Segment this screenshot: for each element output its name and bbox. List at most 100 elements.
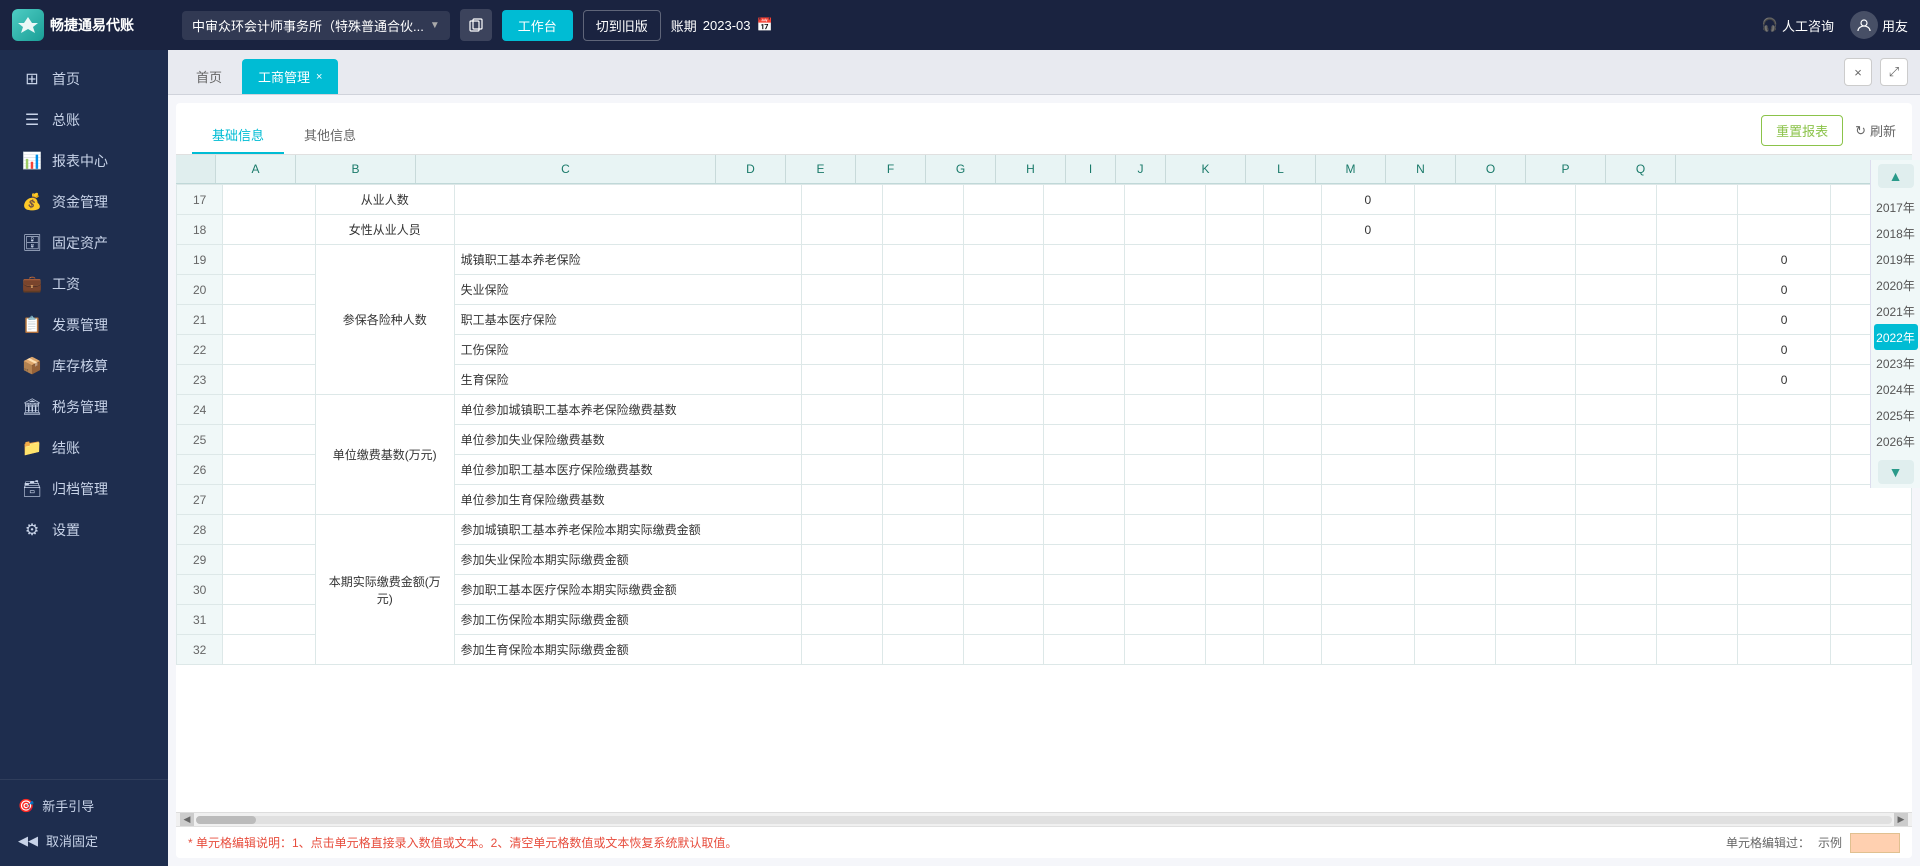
refresh-button[interactable]: ↻ 刷新 [1855, 121, 1896, 140]
cell-g[interactable] [1044, 605, 1125, 635]
tab-active[interactable]: 工商管理 × [242, 59, 338, 94]
cell-d[interactable] [801, 275, 882, 305]
tab-close-button[interactable]: × [316, 71, 322, 83]
cell-k[interactable] [1322, 635, 1415, 665]
cell-q[interactable] [1830, 545, 1911, 575]
sidebar-item-archive[interactable]: 🗃 归档管理 [6, 469, 162, 509]
cell-e[interactable] [882, 365, 963, 395]
sidebar-item-close[interactable]: 📁 结账 [6, 428, 162, 468]
cell-k[interactable] [1322, 545, 1415, 575]
year-item[interactable]: 2021年 [1874, 298, 1918, 324]
cell-e[interactable] [882, 635, 963, 665]
cell-p[interactable] [1738, 515, 1831, 545]
cell-f[interactable] [963, 215, 1044, 245]
cell-h[interactable] [1125, 545, 1206, 575]
cell-m[interactable] [1495, 425, 1576, 455]
cell-j[interactable] [1264, 305, 1322, 335]
scroll-right-button[interactable]: ▶ [1894, 813, 1908, 827]
cell-h[interactable] [1125, 335, 1206, 365]
cell-f[interactable] [963, 515, 1044, 545]
switch-version-button[interactable]: 切到旧版 [583, 10, 661, 41]
sidebar-item-invoices[interactable]: 📋 发票管理 [6, 305, 162, 345]
cell-h[interactable] [1125, 365, 1206, 395]
cell-q[interactable] [1830, 635, 1911, 665]
cell-g[interactable] [1044, 305, 1125, 335]
cell-f[interactable] [963, 395, 1044, 425]
cell-o[interactable] [1657, 275, 1738, 305]
cell-o[interactable] [1657, 365, 1738, 395]
cell-e[interactable] [882, 215, 963, 245]
cell-o[interactable] [1657, 485, 1738, 515]
company-selector[interactable]: 中审众环会计师事务所（特殊普通合伙... ▼ [182, 11, 450, 40]
cell-h[interactable] [1125, 485, 1206, 515]
cell-n[interactable] [1576, 365, 1657, 395]
sidebar-item-assets[interactable]: 🗄 固定资产 [6, 223, 162, 263]
sidebar-item-tax[interactable]: 🏛 税务管理 [6, 387, 162, 427]
cell-l[interactable] [1414, 575, 1495, 605]
cell-i[interactable] [1206, 185, 1264, 215]
cell-p[interactable]: 0 [1738, 245, 1831, 275]
cell-k[interactable] [1322, 455, 1415, 485]
cell-p[interactable] [1738, 215, 1831, 245]
cell-d[interactable] [801, 395, 882, 425]
cell-m[interactable] [1495, 395, 1576, 425]
cell-a[interactable] [223, 275, 316, 305]
cell-e[interactable] [882, 275, 963, 305]
cell-g[interactable] [1044, 425, 1125, 455]
cell-l[interactable] [1414, 335, 1495, 365]
cell-m[interactable] [1495, 575, 1576, 605]
cell-m[interactable] [1495, 305, 1576, 335]
cell-j[interactable] [1264, 335, 1322, 365]
cell-h[interactable] [1125, 395, 1206, 425]
cell-a[interactable] [223, 425, 316, 455]
horizontal-scrollbar[interactable]: ◀ ▶ [176, 812, 1912, 826]
cell-d[interactable] [801, 455, 882, 485]
cell-a[interactable] [223, 215, 316, 245]
cell-p[interactable] [1738, 425, 1831, 455]
cell-k[interactable] [1322, 515, 1415, 545]
cell-d[interactable] [801, 425, 882, 455]
cell-o[interactable] [1657, 515, 1738, 545]
cell-p[interactable] [1738, 395, 1831, 425]
cell-h[interactable] [1125, 185, 1206, 215]
cell-i[interactable] [1206, 455, 1264, 485]
scroll-left-button[interactable]: ◀ [180, 813, 194, 827]
cell-k[interactable] [1322, 395, 1415, 425]
cell-c[interactable]: 工伤保险 [454, 335, 801, 365]
cell-l[interactable] [1414, 485, 1495, 515]
cell-n[interactable] [1576, 395, 1657, 425]
cell-k[interactable] [1322, 485, 1415, 515]
cell-p[interactable] [1738, 575, 1831, 605]
cell-k[interactable] [1322, 425, 1415, 455]
cell-g[interactable] [1044, 485, 1125, 515]
cell-c[interactable] [454, 185, 801, 215]
cell-i[interactable] [1206, 575, 1264, 605]
cell-d[interactable] [801, 545, 882, 575]
cell-f[interactable] [963, 545, 1044, 575]
cell-l[interactable] [1414, 245, 1495, 275]
cell-g[interactable] [1044, 275, 1125, 305]
cell-j[interactable] [1264, 395, 1322, 425]
cell-d[interactable] [801, 575, 882, 605]
year-item[interactable]: 2020年 [1874, 272, 1918, 298]
cell-a[interactable] [223, 245, 316, 275]
cell-n[interactable] [1576, 545, 1657, 575]
cell-l[interactable] [1414, 515, 1495, 545]
cell-i[interactable] [1206, 215, 1264, 245]
cell-j[interactable] [1264, 575, 1322, 605]
cell-a[interactable] [223, 455, 316, 485]
year-item[interactable]: 2025年 [1874, 402, 1918, 428]
year-item[interactable]: 2026年 [1874, 428, 1918, 454]
cell-d[interactable] [801, 185, 882, 215]
cell-d[interactable] [801, 605, 882, 635]
cell-j[interactable] [1264, 515, 1322, 545]
cell-j[interactable] [1264, 635, 1322, 665]
cell-e[interactable] [882, 395, 963, 425]
cell-p[interactable]: 0 [1738, 275, 1831, 305]
cell-a[interactable] [223, 485, 316, 515]
cell-p[interactable]: 0 [1738, 335, 1831, 365]
cell-o[interactable] [1657, 305, 1738, 335]
cell-f[interactable] [963, 425, 1044, 455]
cell-i[interactable] [1206, 605, 1264, 635]
cell-p[interactable] [1738, 605, 1831, 635]
